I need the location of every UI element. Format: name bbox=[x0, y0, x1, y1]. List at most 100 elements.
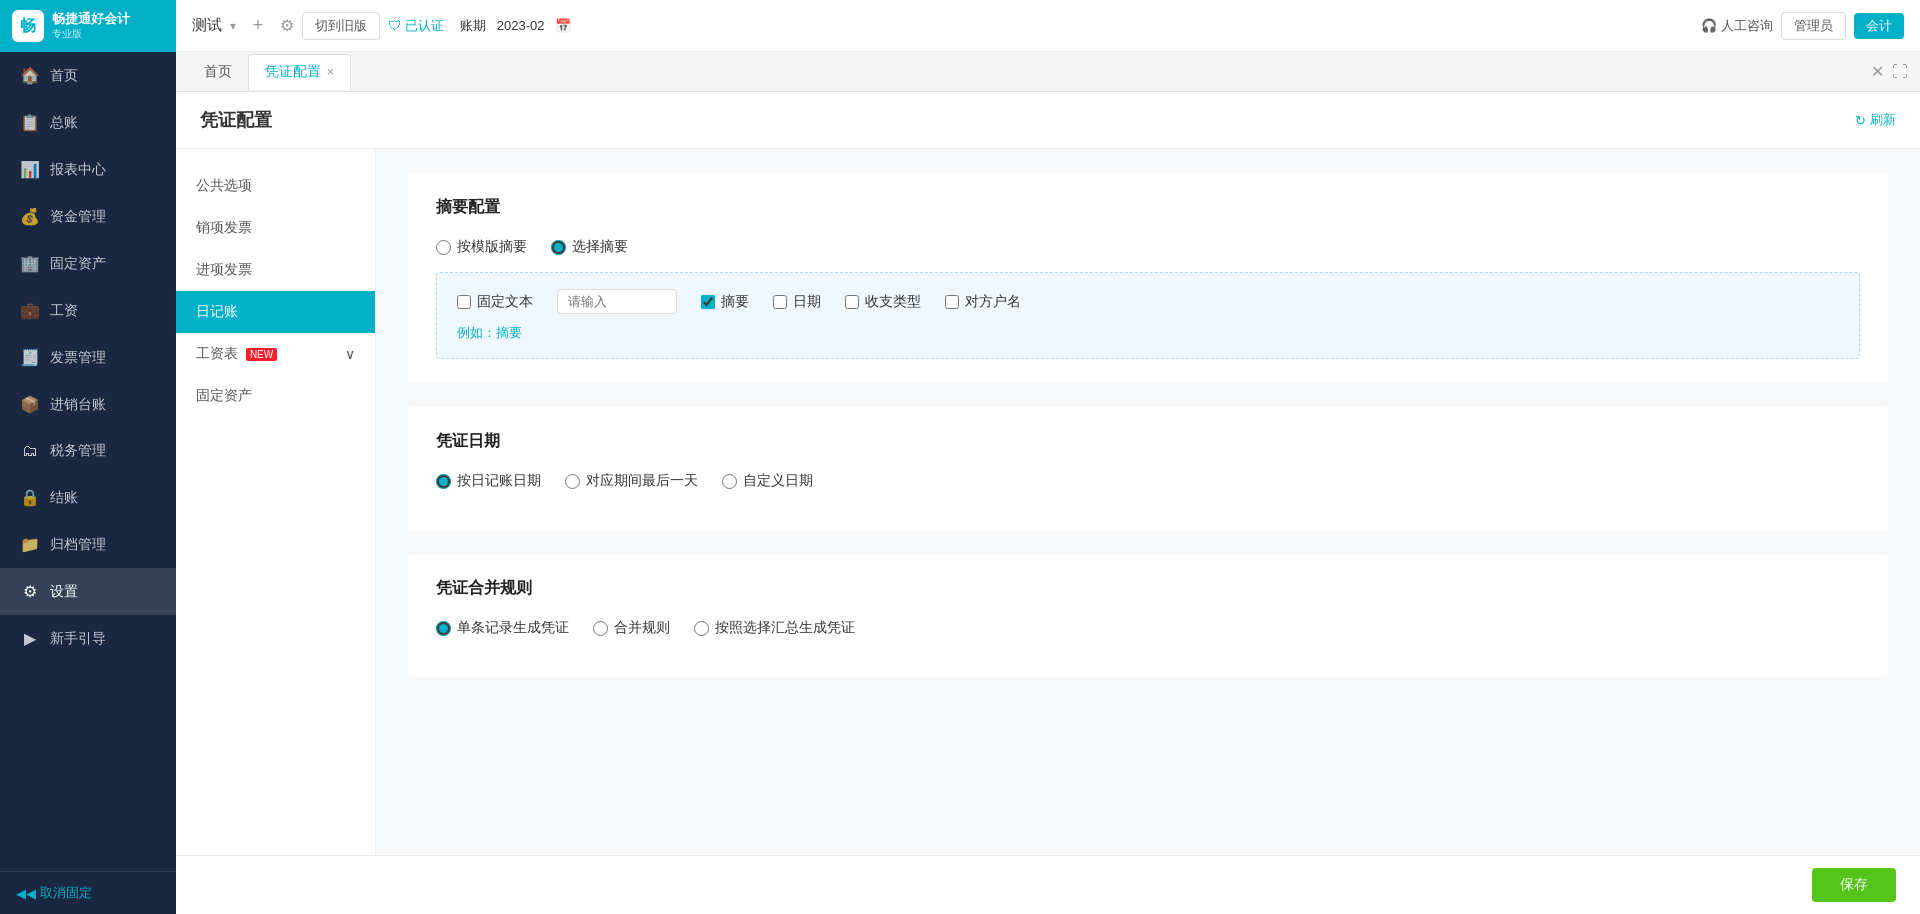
sidebar-item-assets[interactable]: 🏢 固定资产 bbox=[0, 240, 176, 287]
counterpart-label: 对方户名 bbox=[965, 293, 1021, 311]
merge-select-radio[interactable] bbox=[694, 621, 709, 636]
payment-type-checkbox[interactable] bbox=[845, 295, 859, 309]
calendar-icon[interactable]: 📅 bbox=[555, 18, 571, 33]
ledger-icon: 📋 bbox=[20, 113, 40, 132]
sidebar-logo: 畅 畅捷通好会计 专业版 bbox=[0, 0, 176, 52]
left-nav-purchase-invoice[interactable]: 进项发票 bbox=[176, 249, 375, 291]
sidebar-item-ledger[interactable]: 📋 总账 bbox=[0, 99, 176, 146]
old-version-button[interactable]: 切到旧版 bbox=[302, 12, 380, 40]
summary-checkbox-item[interactable]: 摘要 bbox=[701, 293, 749, 311]
date-period-radio[interactable] bbox=[565, 474, 580, 489]
sidebar-item-reports[interactable]: 📊 报表中心 bbox=[0, 146, 176, 193]
admin-button[interactable]: 管理员 bbox=[1781, 12, 1846, 40]
tab-home[interactable]: 首页 bbox=[188, 55, 248, 89]
summary-checkbox[interactable] bbox=[701, 295, 715, 309]
date-section: 凭证日期 按日记账日期 对应期间最后一天 自定义日期 bbox=[408, 407, 1888, 530]
sidebar-item-label: 固定资产 bbox=[50, 255, 106, 273]
sidebar-item-home[interactable]: 🏠 首页 bbox=[0, 52, 176, 99]
date-checkbox-item[interactable]: 日期 bbox=[773, 293, 821, 311]
date-custom-radio[interactable] bbox=[722, 474, 737, 489]
invoice-icon: 🧾 bbox=[20, 348, 40, 367]
tab-bar-expand-icon[interactable]: ⛶ bbox=[1892, 63, 1908, 81]
sidebar-item-label: 归档管理 bbox=[50, 536, 106, 554]
sidebar-item-payroll[interactable]: 💼 工资 bbox=[0, 287, 176, 334]
date-custom-label: 自定义日期 bbox=[743, 472, 813, 490]
left-nav-public[interactable]: 公共选项 bbox=[176, 165, 375, 207]
refresh-label: 刷新 bbox=[1870, 111, 1896, 129]
date-radio-group: 按日记账日期 对应期间最后一天 自定义日期 bbox=[436, 472, 1860, 490]
sidebar-item-label: 结账 bbox=[50, 489, 78, 507]
date-radio-diary[interactable]: 按日记账日期 bbox=[436, 472, 541, 490]
assets-icon: 🏢 bbox=[20, 254, 40, 273]
sidebar-item-archive[interactable]: 📁 归档管理 bbox=[0, 521, 176, 568]
logo-edition: 专业版 bbox=[52, 27, 130, 41]
role-button[interactable]: 会计 bbox=[1854, 13, 1904, 39]
refresh-button[interactable]: ↻ 刷新 bbox=[1855, 111, 1896, 129]
summary-radio-template[interactable]: 按模版摘要 bbox=[436, 238, 527, 256]
summary-radio-select[interactable]: 选择摘要 bbox=[551, 238, 628, 256]
cancel-fixed-button[interactable]: ◀◀ 取消固定 bbox=[16, 884, 160, 902]
sidebar-item-label: 工资 bbox=[50, 302, 78, 320]
counterpart-checkbox[interactable] bbox=[945, 295, 959, 309]
date-diary-radio[interactable] bbox=[436, 474, 451, 489]
company-chevron-icon[interactable]: ▾ bbox=[230, 19, 236, 33]
tab-close-icon[interactable]: × bbox=[327, 65, 334, 79]
funds-icon: 💰 bbox=[20, 207, 40, 226]
sidebar-item-settings[interactable]: ⚙ 设置 bbox=[0, 568, 176, 615]
tax-icon: 🗂 bbox=[20, 442, 40, 460]
fixed-text-checkbox-item[interactable]: 固定文本 bbox=[457, 293, 533, 311]
date-checkbox[interactable] bbox=[773, 295, 787, 309]
logo-name: 畅捷通好会计 bbox=[52, 11, 130, 28]
summary-select-radio[interactable] bbox=[551, 240, 566, 255]
consult-icon: 🎧 bbox=[1701, 18, 1717, 33]
merge-single-radio[interactable] bbox=[436, 621, 451, 636]
summary-template-radio[interactable] bbox=[436, 240, 451, 255]
sidebar-item-tax[interactable]: 🗂 税务管理 bbox=[0, 428, 176, 474]
sidebar-item-funds[interactable]: 💰 资金管理 bbox=[0, 193, 176, 240]
gear-icon[interactable]: ⚙ bbox=[280, 16, 294, 35]
sidebar-item-label: 进销台账 bbox=[50, 396, 106, 414]
reports-icon: 📊 bbox=[20, 160, 40, 179]
counterpart-checkbox-item[interactable]: 对方户名 bbox=[945, 293, 1021, 311]
bottom-bar: 保存 bbox=[176, 855, 1920, 914]
merge-rules-radio[interactable] bbox=[593, 621, 608, 636]
sidebar-item-guide[interactable]: ▶ 新手引导 bbox=[0, 615, 176, 662]
tab-active-label: 凭证配置 bbox=[265, 63, 321, 81]
left-nav-payroll-table[interactable]: 工资表 NEW ∨ bbox=[176, 333, 375, 375]
topbar: 测试 ▾ + ⚙ 切到旧版 🛡 已认证 账期 2023-02 📅 🎧 人工咨询 … bbox=[176, 0, 1920, 52]
add-icon[interactable]: + bbox=[244, 15, 272, 36]
summary-select-label: 选择摘要 bbox=[572, 238, 628, 256]
company-name: 测试 bbox=[192, 16, 222, 35]
content-header: 凭证配置 ↻ 刷新 bbox=[176, 92, 1920, 149]
merge-radio-select[interactable]: 按照选择汇总生成凭证 bbox=[694, 619, 855, 637]
tab-home-label: 首页 bbox=[204, 63, 232, 81]
sidebar-item-close[interactable]: 🔒 结账 bbox=[0, 474, 176, 521]
example-text: 例如：摘要 bbox=[457, 324, 1839, 342]
consult-label: 人工咨询 bbox=[1721, 17, 1773, 35]
left-nav-sales-invoice[interactable]: 销项发票 bbox=[176, 207, 375, 249]
left-nav-fixed-label: 固定资产 bbox=[196, 387, 252, 405]
sidebar-bottom: ◀◀ 取消固定 bbox=[0, 871, 176, 914]
settings-icon: ⚙ bbox=[20, 582, 40, 601]
sidebar-item-purchase[interactable]: 📦 进销台账 bbox=[0, 381, 176, 428]
save-button[interactable]: 保存 bbox=[1812, 868, 1896, 902]
verified-label: 已认证 bbox=[405, 17, 444, 35]
summary-options-box: 固定文本 摘要 日期 bbox=[436, 272, 1860, 359]
left-nav: 公共选项 销项发票 进项发票 日记账 工资表 NEW ∨ bbox=[176, 149, 376, 855]
left-nav-diary[interactable]: 日记账 bbox=[176, 291, 375, 333]
date-radio-custom[interactable]: 自定义日期 bbox=[722, 472, 813, 490]
left-nav-fixed-assets[interactable]: 固定资产 bbox=[176, 375, 375, 417]
tab-bar-close-icon[interactable]: ✕ bbox=[1871, 62, 1884, 81]
fixed-text-checkbox[interactable] bbox=[457, 295, 471, 309]
refresh-icon: ↻ bbox=[1855, 113, 1866, 128]
sidebar-item-invoice[interactable]: 🧾 发票管理 bbox=[0, 334, 176, 381]
merge-radio-rules[interactable]: 合并规则 bbox=[593, 619, 670, 637]
merge-radio-single[interactable]: 单条记录生成凭证 bbox=[436, 619, 569, 637]
tab-voucher-config[interactable]: 凭证配置 × bbox=[248, 54, 351, 90]
payment-type-checkbox-item[interactable]: 收支类型 bbox=[845, 293, 921, 311]
consult-button[interactable]: 🎧 人工咨询 bbox=[1701, 17, 1773, 35]
left-nav-diary-label: 日记账 bbox=[196, 303, 238, 321]
cancel-fixed-icon: ◀◀ bbox=[16, 886, 36, 901]
date-radio-period-last[interactable]: 对应期间最后一天 bbox=[565, 472, 698, 490]
fixed-text-input[interactable] bbox=[557, 289, 677, 314]
